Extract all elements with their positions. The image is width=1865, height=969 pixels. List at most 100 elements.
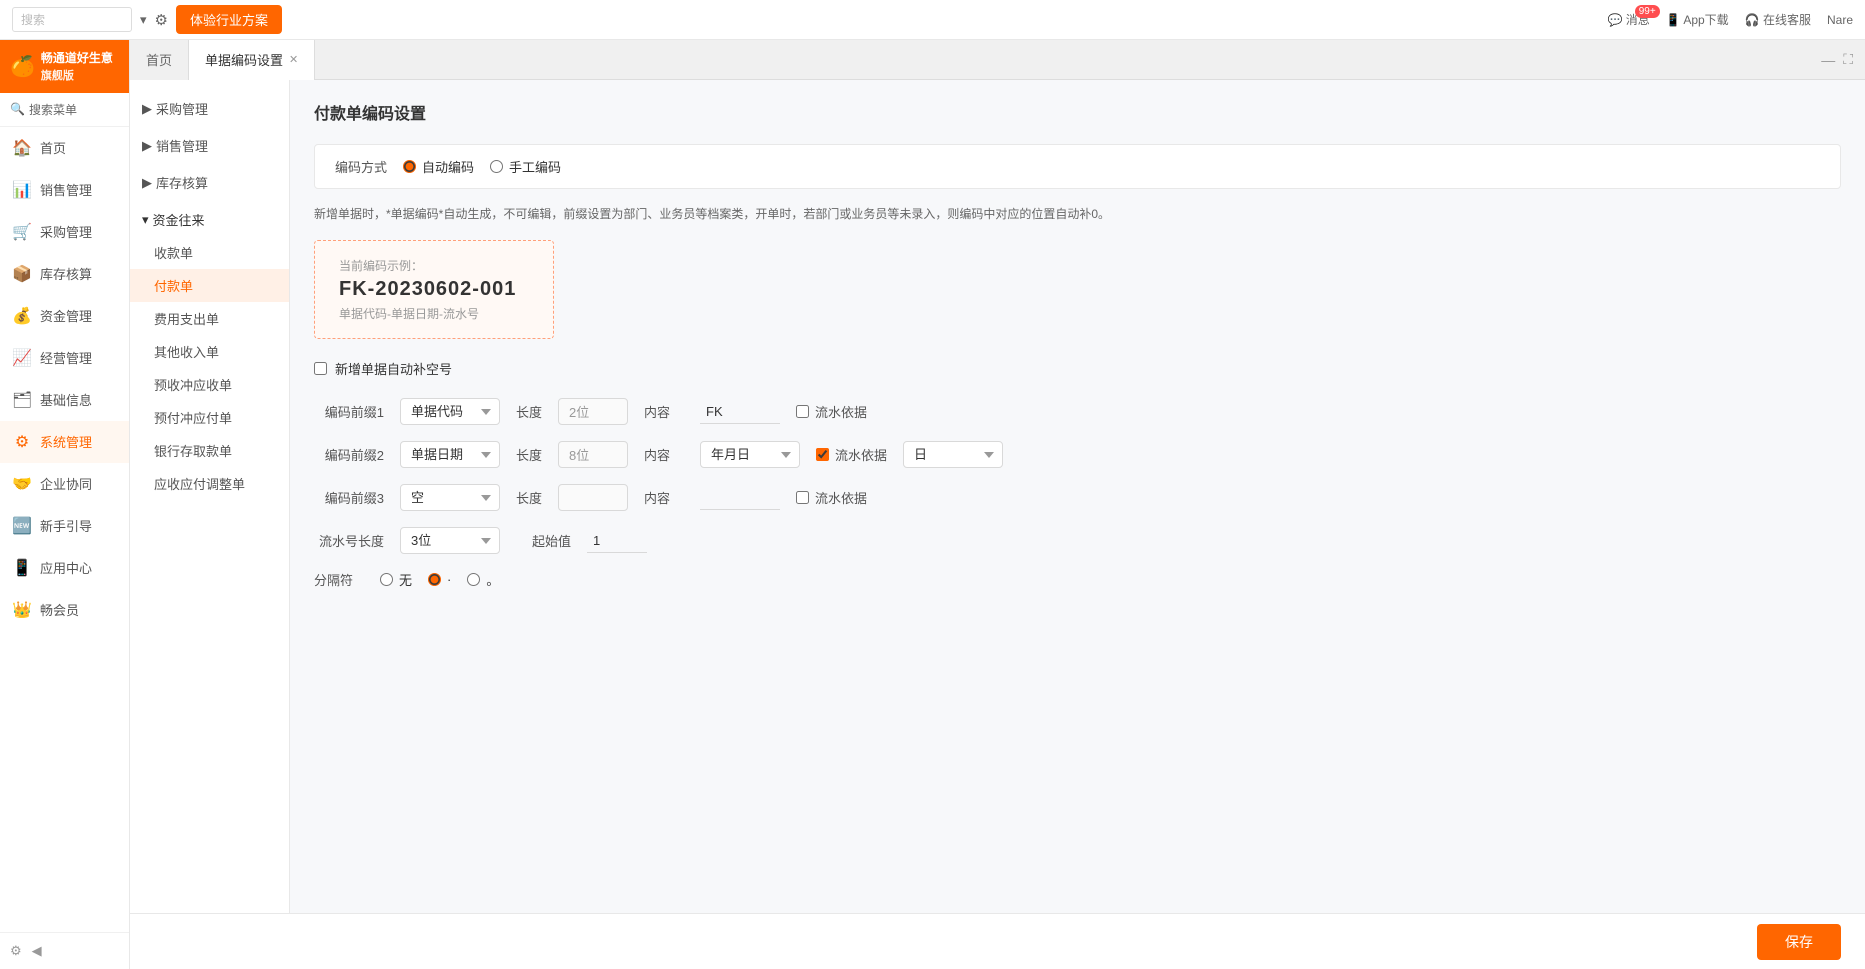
sidebar-item-system[interactable]: ⚙ 系统管理 bbox=[0, 421, 129, 463]
auto-fill-checkbox[interactable] bbox=[314, 362, 327, 375]
sidebar-item-finance[interactable]: 💰 资金管理 bbox=[0, 295, 129, 337]
preview-box: 当前编码示例： FK-20230602-001 单据代码-单据日期-流水号 bbox=[314, 240, 554, 339]
serial3-checkbox[interactable] bbox=[796, 491, 809, 504]
sec-nav-item-prepay-receivable[interactable]: 预收冲应收单 bbox=[130, 368, 289, 401]
tab-maximize-icon[interactable]: ⛶ bbox=[1843, 51, 1853, 68]
content2-select[interactable]: 年月日 年月 年 bbox=[700, 441, 800, 468]
sidebar-item-basic[interactable]: 🗂 基础信息 bbox=[0, 379, 129, 421]
sec-nav-header-capital[interactable]: ▾ 资金往来 bbox=[130, 203, 289, 236]
tab-code-settings[interactable]: 单据编码设置 ✕ bbox=[189, 40, 315, 80]
sec-nav-group-inventory: ▶ 库存核算 bbox=[130, 166, 289, 199]
sep-dash-radio[interactable] bbox=[428, 573, 441, 586]
sec-nav-item-adjust[interactable]: 应收应付调整单 bbox=[130, 467, 289, 500]
length3-input[interactable] bbox=[558, 484, 628, 511]
sep-dot-text: 。 bbox=[486, 570, 499, 589]
sidebar-item-guide[interactable]: 🆕 新手引导 bbox=[0, 505, 129, 547]
length2-input bbox=[558, 441, 628, 468]
sidebar-search[interactable]: 🔍 搜索菜单 bbox=[0, 93, 129, 127]
sec-nav-group-purchase: ▶ 采购管理 bbox=[130, 92, 289, 125]
separator-row: 分隔符 无 · 。 bbox=[314, 570, 1841, 589]
sec-nav-item-prepay-payable[interactable]: 预付冲应付单 bbox=[130, 401, 289, 434]
prefix3-label: 编码前缀3 bbox=[314, 488, 384, 507]
serial2-checkbox[interactable] bbox=[816, 448, 829, 461]
content1-label: 内容 bbox=[644, 402, 684, 421]
sidebar-item-home[interactable]: 🏠 首页 bbox=[0, 127, 129, 169]
sec-nav-item-other-income[interactable]: 其他收入单 bbox=[130, 335, 289, 368]
inventory-icon: 📦 bbox=[12, 264, 32, 284]
sec-nav-item-bank[interactable]: 银行存取款单 bbox=[130, 434, 289, 467]
sidebar-item-member[interactable]: 👑 畅会员 bbox=[0, 589, 129, 631]
form-row-prefix1: 编码前缀1 单据代码 长度 内容 流水依据 bbox=[314, 398, 1841, 425]
tab-minimize-icon[interactable]: — bbox=[1821, 52, 1835, 68]
sidebar-item-purchase[interactable]: 🛒 采购管理 bbox=[0, 211, 129, 253]
serial3-label: 流水依据 bbox=[815, 488, 867, 507]
message-button[interactable]: 💬 消息 99+ bbox=[1608, 11, 1650, 28]
start-value-label: 起始值 bbox=[532, 531, 571, 550]
auto-fill-label: 新增单据自动补空号 bbox=[335, 359, 452, 378]
prefix1-select[interactable]: 单据代码 bbox=[400, 398, 500, 425]
sidebar-label-member: 畅会员 bbox=[40, 600, 79, 619]
serial1-checkbox[interactable] bbox=[796, 405, 809, 418]
sidebar-item-inventory[interactable]: 📦 库存核算 bbox=[0, 253, 129, 295]
tab-close-icon[interactable]: ✕ bbox=[289, 53, 298, 66]
sep-dot-radio[interactable] bbox=[467, 573, 480, 586]
separator-label: 分隔符 bbox=[314, 570, 364, 589]
footer-settings-icon[interactable]: ⚙ bbox=[10, 943, 22, 959]
secondary-nav: ▶ 采购管理 ▶ 销售管理 ▶ 库存核算 bbox=[130, 80, 290, 913]
sidebar-label-sales: 销售管理 bbox=[40, 180, 92, 199]
sec-nav-item-payment[interactable]: 付款单 bbox=[130, 269, 289, 302]
experience-button[interactable]: 体验行业方案 bbox=[176, 5, 282, 34]
top-bar-left: 搜索 ▾ ⚙ 体验行业方案 bbox=[12, 5, 1600, 34]
sec-nav-item-expense[interactable]: 费用支出单 bbox=[130, 302, 289, 335]
prefix3-select[interactable]: 空 单据代码 单据日期 bbox=[400, 484, 500, 511]
tab-code-label: 单据编码设置 bbox=[205, 50, 283, 69]
chevron-down-icon: ▾ bbox=[142, 212, 149, 228]
radio-auto-label[interactable]: 自动编码 bbox=[403, 157, 474, 176]
dropdown-arrow-icon[interactable]: ▾ bbox=[140, 12, 147, 28]
chevron-right-icon2: ▶ bbox=[142, 138, 152, 154]
serial2-checkbox-label[interactable]: 流水依据 bbox=[816, 445, 887, 464]
sep-none-radio[interactable] bbox=[380, 573, 393, 586]
day-select[interactable]: 日 月 bbox=[903, 441, 1003, 468]
serial3-checkbox-label[interactable]: 流水依据 bbox=[796, 488, 867, 507]
radio-manual-label[interactable]: 手工编码 bbox=[490, 157, 561, 176]
sec-nav-item-receipt[interactable]: 收款单 bbox=[130, 236, 289, 269]
prefix2-select[interactable]: 单据日期 bbox=[400, 441, 500, 468]
user-name[interactable]: Nare bbox=[1827, 13, 1853, 27]
page-content: 付款单编码设置 编码方式 自动编码 手工编码 新增单据时，*单据编码*自动生成，… bbox=[290, 80, 1865, 913]
sep-dot-label[interactable]: 。 bbox=[467, 570, 499, 589]
tab-home[interactable]: 首页 bbox=[130, 40, 189, 80]
app-download-button[interactable]: 📱 App下载 bbox=[1666, 11, 1729, 28]
online-service-button[interactable]: 🎧 在线客服 bbox=[1745, 11, 1811, 28]
serial-length-row: 流水号长度 3位 4位 5位 起始值 bbox=[314, 527, 1841, 554]
sec-nav-header-purchase[interactable]: ▶ 采购管理 bbox=[130, 92, 289, 125]
sidebar-item-operation[interactable]: 📈 经营管理 bbox=[0, 337, 129, 379]
save-button[interactable]: 保存 bbox=[1757, 924, 1841, 960]
sep-none-label[interactable]: 无 bbox=[380, 570, 412, 589]
sidebar-label-operation: 经营管理 bbox=[40, 348, 92, 367]
sec-nav-header-sales[interactable]: ▶ 销售管理 bbox=[130, 129, 289, 162]
sidebar-item-apps[interactable]: 📱 应用中心 bbox=[0, 547, 129, 589]
sec-nav-label-sales: 销售管理 bbox=[156, 136, 208, 155]
sec-nav-header-inventory[interactable]: ▶ 库存核算 bbox=[130, 166, 289, 199]
apps-icon: 📱 bbox=[12, 558, 32, 578]
start-value-input[interactable] bbox=[587, 529, 647, 553]
home-icon: 🏠 bbox=[12, 138, 32, 158]
main-layout: 🍊 畅通道好生意 旗舰版 🔍 搜索菜单 🏠 首页 📊 销售管理 🛒 采购管理 bbox=[0, 40, 1865, 969]
footer-collapse-icon[interactable]: ◀ bbox=[32, 943, 42, 959]
sidebar-item-collab[interactable]: 🤝 企业协同 bbox=[0, 463, 129, 505]
sep-dash-label[interactable]: · bbox=[428, 572, 451, 587]
tab-home-label: 首页 bbox=[146, 50, 172, 69]
radio-auto[interactable] bbox=[403, 160, 416, 173]
prefix1-label: 编码前缀1 bbox=[314, 402, 384, 421]
serial-length-label: 流水号长度 bbox=[314, 531, 384, 550]
serial1-checkbox-label[interactable]: 流水依据 bbox=[796, 402, 867, 421]
sec-nav-group-sales: ▶ 销售管理 bbox=[130, 129, 289, 162]
content2-label: 内容 bbox=[644, 445, 684, 464]
serial-length-select[interactable]: 3位 4位 5位 bbox=[400, 527, 500, 554]
search-input-placeholder[interactable]: 搜索 bbox=[12, 7, 132, 32]
sec-nav-label-inventory: 库存核算 bbox=[156, 173, 208, 192]
gear-settings-icon[interactable]: ⚙ bbox=[155, 11, 168, 29]
sidebar-item-sales[interactable]: 📊 销售管理 bbox=[0, 169, 129, 211]
radio-manual[interactable] bbox=[490, 160, 503, 173]
